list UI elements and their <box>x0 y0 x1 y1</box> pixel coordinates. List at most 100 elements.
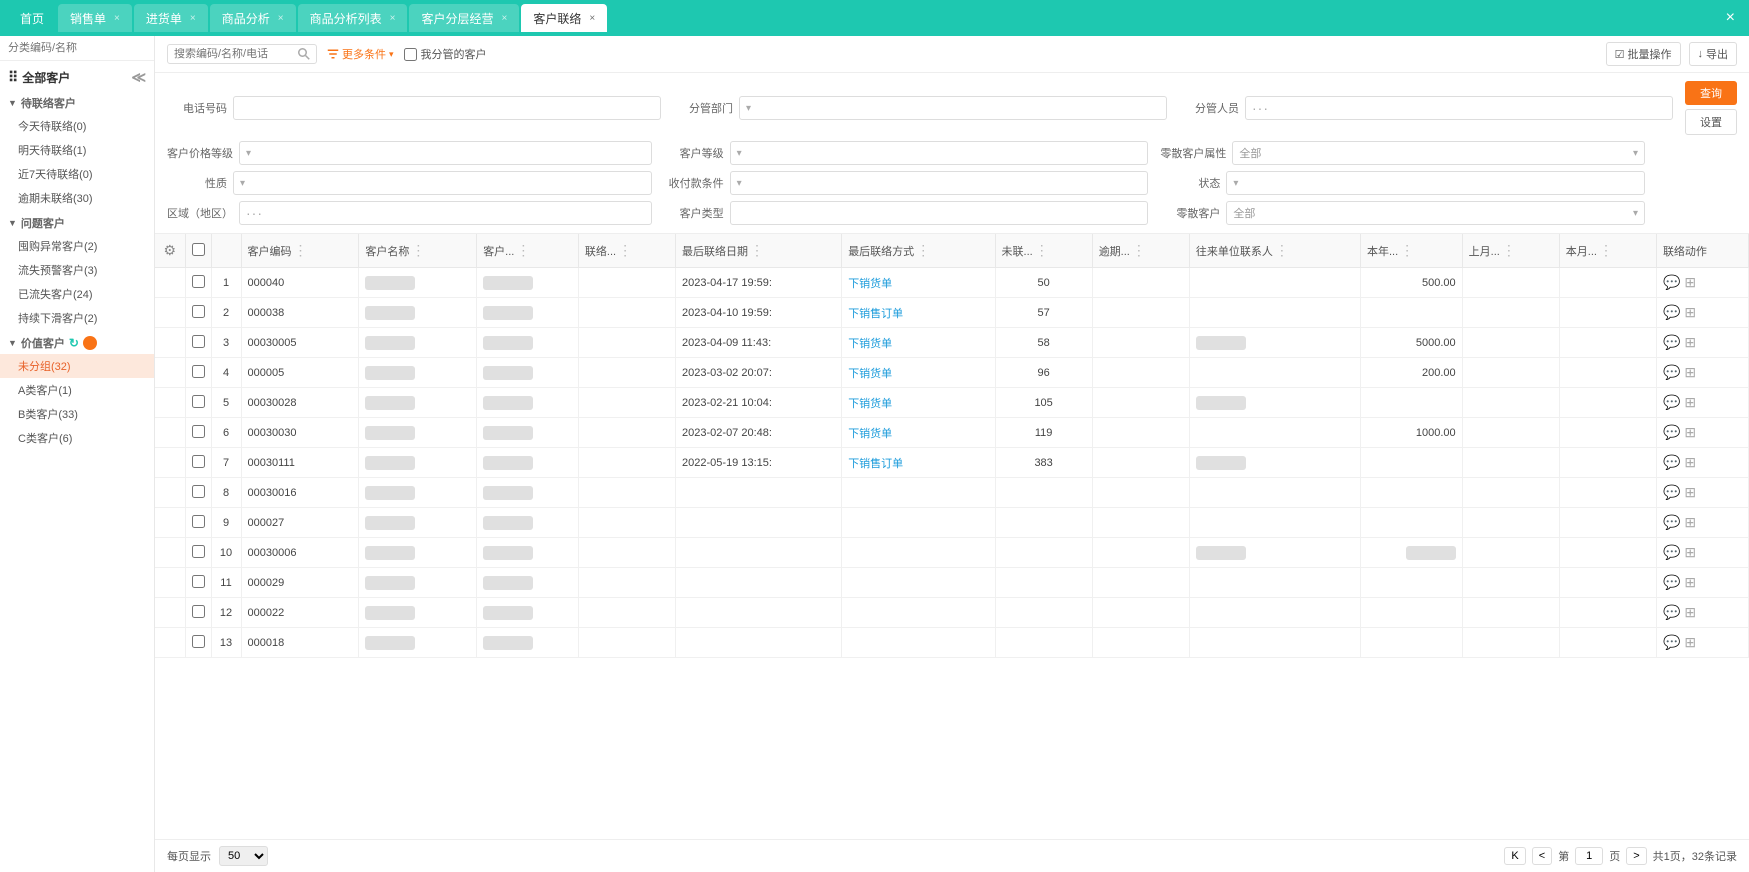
nav-tab-close-sales[interactable]: × <box>114 13 120 24</box>
filter-retail-attr-input[interactable]: 全部 ▾ <box>1232 141 1645 165</box>
code-sort-icon[interactable]: ⋮ <box>294 242 308 259</box>
reset-button[interactable]: 设置 <box>1685 109 1737 135</box>
row-select-4[interactable] <box>192 395 205 408</box>
sidebar-item-2-1[interactable]: A类客户(1) <box>0 378 154 402</box>
chat-icon-1[interactable]: 💬 <box>1663 304 1680 321</box>
export-button[interactable]: ↓ 导出 <box>1689 42 1738 66</box>
grid-icon-4[interactable]: ⊞ <box>1684 394 1696 411</box>
chat-icon-7[interactable]: 💬 <box>1663 484 1680 501</box>
overdue-sort-icon[interactable]: ⋮ <box>1132 242 1146 259</box>
nav-tab-product-analysis-list[interactable]: 商品分析列表× <box>298 4 408 32</box>
sidebar-group-label-0[interactable]: ▼ 待联络客户 <box>0 90 154 114</box>
sidebar-item-1-3[interactable]: 持续下滑客户(2) <box>0 306 154 330</box>
row-checkbox-3[interactable] <box>185 358 211 388</box>
filter-status-input[interactable]: ▾ <box>1226 171 1645 195</box>
contact-sort-icon[interactable]: ⋮ <box>618 242 632 259</box>
filter-manager-input[interactable]: ··· <box>1245 96 1673 120</box>
grid-icon-8[interactable]: ⊞ <box>1684 514 1696 531</box>
sidebar-item-1-0[interactable]: 囤购异常客户(2) <box>0 234 154 258</box>
refresh-icon[interactable]: ↻ <box>69 336 79 350</box>
sidebar-group-label-2[interactable]: ▼ 价值客户↻ <box>0 330 154 354</box>
next-page-button[interactable]: > <box>1626 847 1646 865</box>
grid-icon-7[interactable]: ⊞ <box>1684 484 1696 501</box>
filter-customer-type-input[interactable] <box>730 201 1149 225</box>
sidebar-item-1-2[interactable]: 已流失客户(24) <box>0 282 154 306</box>
grid-icon-12[interactable]: ⊞ <box>1684 634 1696 651</box>
chat-icon-10[interactable]: 💬 <box>1663 574 1680 591</box>
last-way-link-0[interactable]: 下销货单 <box>848 278 892 290</box>
filter-price-level-input[interactable]: ▾ <box>239 141 652 165</box>
chat-icon-11[interactable]: 💬 <box>1663 604 1680 621</box>
name-sort-icon[interactable]: ⋮ <box>411 242 425 259</box>
more-conditions-button[interactable]: 更多条件 ▾ <box>327 46 394 62</box>
row-select-10[interactable] <box>192 575 205 588</box>
checkbox-column-header[interactable] <box>185 234 211 268</box>
my-customers-checkbox-container[interactable]: 我分管的客户 <box>404 46 487 62</box>
row-checkbox-1[interactable] <box>185 298 211 328</box>
grid-icon-6[interactable]: ⊞ <box>1684 454 1696 471</box>
row-select-1[interactable] <box>192 305 205 318</box>
all-customers-header[interactable]: ⠿ 全部客户 ≪ <box>0 61 154 90</box>
batch-operation-button[interactable]: ☑ 批量操作 <box>1606 42 1681 66</box>
sidebar-item-2-3[interactable]: C类客户(6) <box>0 426 154 450</box>
first-page-button[interactable]: K <box>1504 847 1525 865</box>
grid-icon-3[interactable]: ⊞ <box>1684 364 1696 381</box>
grid-icon-0[interactable]: ⊞ <box>1684 274 1696 291</box>
row-checkbox-2[interactable] <box>185 328 211 358</box>
filter-dept-input[interactable]: ▾ <box>739 96 1167 120</box>
contact-person-sort-icon[interactable]: ⋮ <box>1275 242 1289 259</box>
row-select-2[interactable] <box>192 335 205 348</box>
chat-icon-5[interactable]: 💬 <box>1663 424 1680 441</box>
last-way-link-4[interactable]: 下销货单 <box>848 398 892 410</box>
chat-icon-9[interactable]: 💬 <box>1663 544 1680 561</box>
sidebar-item-0-3[interactable]: 逾期未联络(30) <box>0 186 154 210</box>
nav-tab-close-customer-segment[interactable]: × <box>501 13 507 24</box>
last-date-sort-icon[interactable]: ⋮ <box>750 242 764 259</box>
nav-tab-close-purchase[interactable]: × <box>190 13 196 24</box>
select-all-checkbox[interactable] <box>192 243 205 256</box>
row-checkbox-12[interactable] <box>185 628 211 658</box>
grid-icon-11[interactable]: ⊞ <box>1684 604 1696 621</box>
sidebar-item-0-1[interactable]: 明天待联络(1) <box>0 138 154 162</box>
nav-tab-sales[interactable]: 销售单× <box>58 4 132 32</box>
nav-tab-close-product-analysis-list[interactable]: × <box>390 13 396 24</box>
filter-payment-input[interactable]: ▾ <box>730 171 1149 195</box>
nav-tab-home[interactable]: 首页 <box>8 4 56 32</box>
my-customers-checkbox[interactable] <box>404 48 417 61</box>
grid-icon-9[interactable]: ⊞ <box>1684 544 1696 561</box>
nav-tab-product-analysis[interactable]: 商品分析× <box>210 4 296 32</box>
row-select-6[interactable] <box>192 455 205 468</box>
last-way-link-3[interactable]: 下销货单 <box>848 368 892 380</box>
row-checkbox-7[interactable] <box>185 478 211 508</box>
last-way-sort-icon[interactable]: ⋮ <box>916 242 930 259</box>
row-checkbox-11[interactable] <box>185 598 211 628</box>
row-checkbox-9[interactable] <box>185 538 211 568</box>
row-select-8[interactable] <box>192 515 205 528</box>
row-checkbox-5[interactable] <box>185 418 211 448</box>
last-way-link-2[interactable]: 下销货单 <box>848 338 892 350</box>
close-all-button[interactable]: × <box>1720 9 1741 27</box>
page-size-select[interactable]: 2050100 <box>219 846 268 866</box>
grid-icon-1[interactable]: ⊞ <box>1684 304 1696 321</box>
settings-column-header[interactable]: ⚙ <box>155 234 185 268</box>
grid-icon-5[interactable]: ⊞ <box>1684 424 1696 441</box>
grid-icon-2[interactable]: ⊞ <box>1684 334 1696 351</box>
row-select-11[interactable] <box>192 605 205 618</box>
last-month-sort-icon[interactable]: ⋮ <box>1502 242 1516 259</box>
collapse-icon[interactable]: ≪ <box>131 69 146 86</box>
filter-search-input[interactable] <box>174 48 294 60</box>
sidebar-item-0-2[interactable]: 近7天待联络(0) <box>0 162 154 186</box>
nav-tab-close-customer-contact[interactable]: × <box>589 13 595 24</box>
nav-tab-customer-segment[interactable]: 客户分层经营× <box>409 4 519 32</box>
type-sort-icon[interactable]: ⋮ <box>516 242 530 259</box>
grid-icon-10[interactable]: ⊞ <box>1684 574 1696 591</box>
row-select-9[interactable] <box>192 545 205 558</box>
this-year-sort-icon[interactable]: ⋮ <box>1400 242 1414 259</box>
sidebar-item-0-0[interactable]: 今天待联络(0) <box>0 114 154 138</box>
chat-icon-4[interactable]: 💬 <box>1663 394 1680 411</box>
row-select-7[interactable] <box>192 485 205 498</box>
filter-customer-level-input[interactable]: ▾ <box>730 141 1149 165</box>
row-select-5[interactable] <box>192 425 205 438</box>
chat-icon-0[interactable]: 💬 <box>1663 274 1680 291</box>
chat-icon-6[interactable]: 💬 <box>1663 454 1680 471</box>
